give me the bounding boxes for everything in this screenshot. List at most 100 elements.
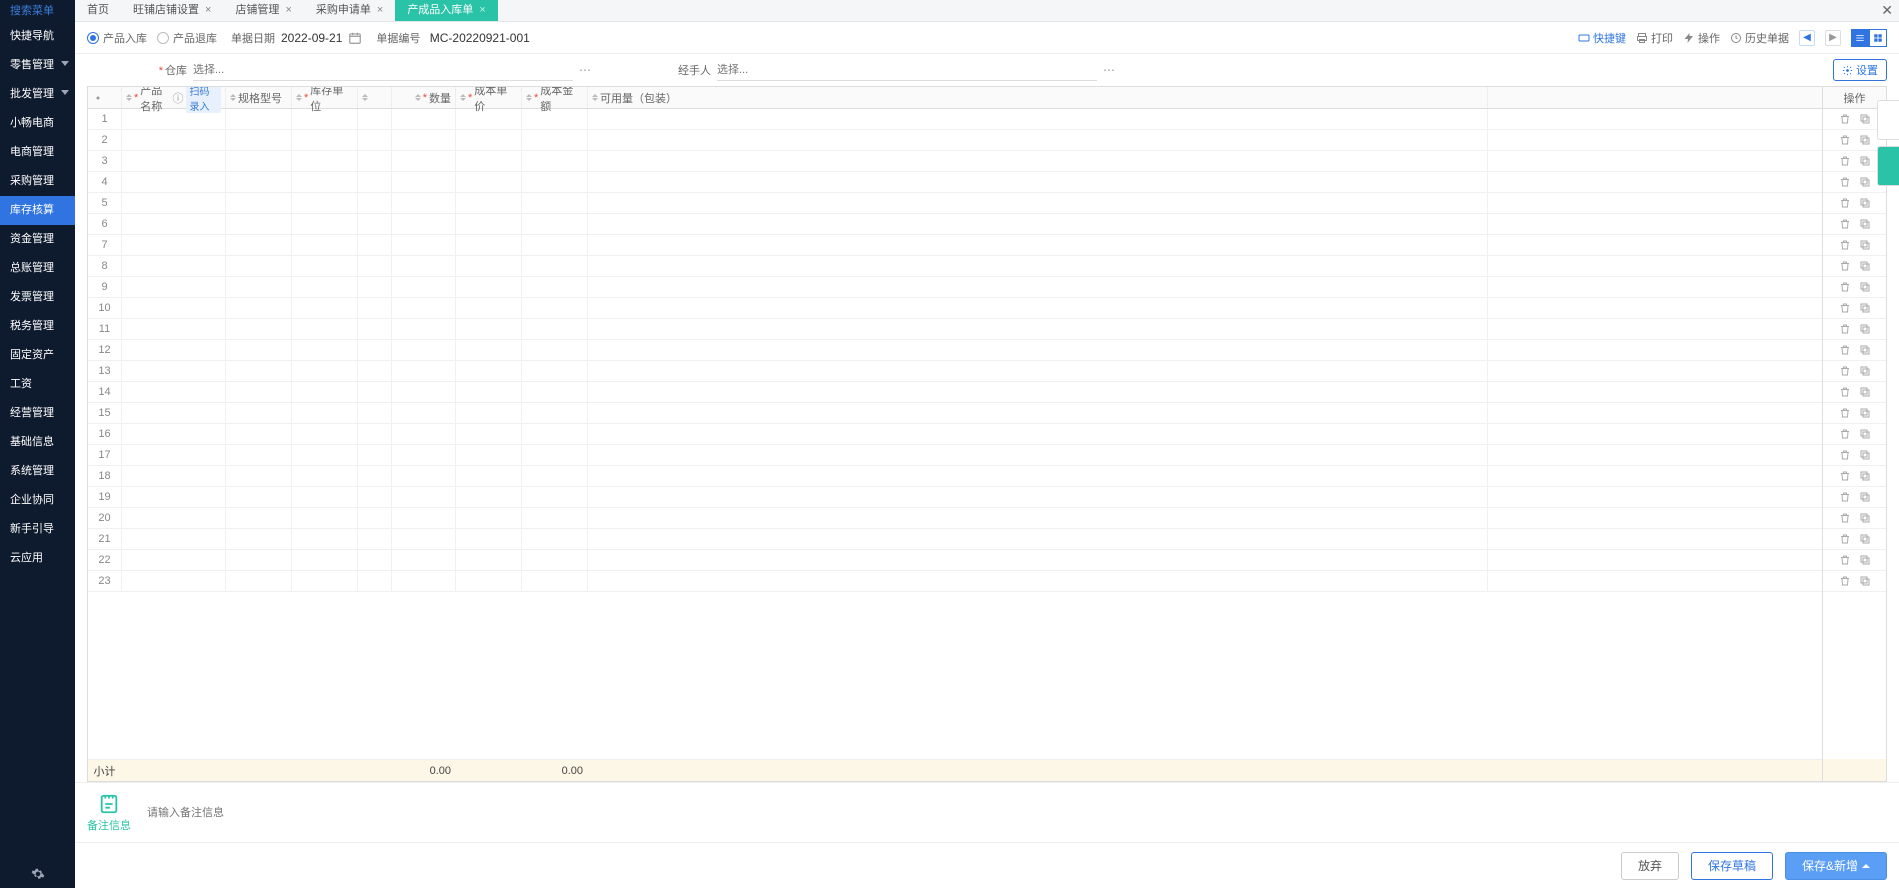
handler-more[interactable]: ⋯ [1103, 63, 1115, 77]
next-doc[interactable]: ▶ [1825, 30, 1841, 46]
sidebar-item-11[interactable]: 固定资产 [0, 341, 75, 370]
delete-icon[interactable] [1839, 533, 1851, 545]
copy-icon[interactable] [1859, 470, 1871, 482]
handler-input[interactable] [717, 59, 1097, 81]
table-row[interactable]: 11 [88, 319, 1822, 340]
delete-icon[interactable] [1839, 575, 1851, 587]
table-row[interactable]: 12 [88, 340, 1822, 361]
sidebar-item-3[interactable]: 小畅电商 [0, 109, 75, 138]
col-header-amount[interactable]: *成本金额 [522, 87, 588, 108]
column-settings-button[interactable]: 设置 [1833, 59, 1887, 81]
table-row[interactable]: 9 [88, 277, 1822, 298]
col-header-price[interactable]: *成本单价 [456, 87, 522, 108]
warehouse-more[interactable]: ⋯ [579, 63, 591, 77]
copy-icon[interactable] [1859, 218, 1871, 230]
close-all-tabs[interactable]: ✕ [1881, 2, 1893, 19]
table-row[interactable]: 6 [88, 214, 1822, 235]
col-header-avail[interactable]: 可用量（包装） [588, 87, 1488, 108]
delete-icon[interactable] [1839, 470, 1851, 482]
tab-0[interactable]: 首页 [75, 0, 121, 21]
copy-icon[interactable] [1859, 113, 1871, 125]
table-row[interactable]: 19 [88, 487, 1822, 508]
delete-icon[interactable] [1839, 491, 1851, 503]
table-row[interactable]: 23 [88, 571, 1822, 592]
sidebar-item-9[interactable]: 发票管理 [0, 283, 75, 312]
delete-icon[interactable] [1839, 449, 1851, 461]
warehouse-input[interactable] [193, 59, 573, 81]
delete-icon[interactable] [1839, 260, 1851, 272]
delete-icon[interactable] [1839, 197, 1851, 209]
close-icon[interactable]: × [205, 0, 211, 21]
copy-icon[interactable] [1859, 260, 1871, 272]
discard-button[interactable]: 放弃 [1621, 852, 1679, 880]
sidebar-item-7[interactable]: 资金管理 [0, 225, 75, 254]
sidebar-item-12[interactable]: 工资 [0, 370, 75, 399]
tab-3[interactable]: 采购申请单× [304, 0, 395, 21]
delete-icon[interactable] [1839, 386, 1851, 398]
prev-doc[interactable]: ◀ [1799, 30, 1815, 46]
col-header-qty[interactable]: *数量 [392, 87, 456, 108]
delete-icon[interactable] [1839, 407, 1851, 419]
table-row[interactable]: 10 [88, 298, 1822, 319]
delete-icon[interactable] [1839, 554, 1851, 566]
sidebar-settings[interactable] [0, 860, 75, 888]
history-button[interactable]: 历史单据 [1730, 30, 1789, 46]
sidebar-item-10[interactable]: 税务管理 [0, 312, 75, 341]
table-row[interactable]: 8 [88, 256, 1822, 277]
view-card[interactable] [1869, 29, 1887, 47]
sidebar-item-2[interactable]: 批发管理 [0, 80, 75, 109]
view-list[interactable] [1851, 29, 1869, 47]
sidebar-item-0[interactable]: 快捷导航 [0, 22, 75, 51]
col-header-seq[interactable] [358, 87, 392, 108]
sidebar-item-18[interactable]: 云应用 [0, 544, 75, 573]
copy-icon[interactable] [1859, 155, 1871, 167]
print-button[interactable]: 打印 [1636, 30, 1673, 46]
table-row[interactable]: 7 [88, 235, 1822, 256]
delete-icon[interactable] [1839, 218, 1851, 230]
copy-icon[interactable] [1859, 386, 1871, 398]
gear-icon[interactable] [92, 92, 104, 104]
delete-icon[interactable] [1839, 134, 1851, 146]
copy-icon[interactable] [1859, 533, 1871, 545]
table-row[interactable]: 3 [88, 151, 1822, 172]
operate-button[interactable]: 操作 [1683, 30, 1720, 46]
delete-icon[interactable] [1839, 302, 1851, 314]
table-row[interactable]: 16 [88, 424, 1822, 445]
copy-icon[interactable] [1859, 281, 1871, 293]
copy-icon[interactable] [1859, 134, 1871, 146]
copy-icon[interactable] [1859, 407, 1871, 419]
sidebar-item-17[interactable]: 新手引导 [0, 515, 75, 544]
delete-icon[interactable] [1839, 428, 1851, 440]
sidebar-item-14[interactable]: 基础信息 [0, 428, 75, 457]
col-header-unit[interactable]: *库存单位 [292, 87, 358, 108]
close-icon[interactable]: × [285, 0, 291, 21]
sidebar-item-5[interactable]: 采购管理 [0, 167, 75, 196]
col-header-spec[interactable]: 规格型号 [226, 87, 292, 108]
table-row[interactable]: 5 [88, 193, 1822, 214]
radio-product-out[interactable]: 产品退库 [157, 30, 217, 46]
table-row[interactable]: 21 [88, 529, 1822, 550]
copy-icon[interactable] [1859, 554, 1871, 566]
sidebar-item-6[interactable]: 库存核算 [0, 196, 75, 225]
copy-icon[interactable] [1859, 491, 1871, 503]
calendar-icon[interactable] [348, 31, 362, 45]
copy-icon[interactable] [1859, 344, 1871, 356]
delete-icon[interactable] [1839, 176, 1851, 188]
tab-2[interactable]: 店铺管理× [223, 0, 303, 21]
delete-icon[interactable] [1839, 344, 1851, 356]
copy-icon[interactable] [1859, 176, 1871, 188]
copy-icon[interactable] [1859, 449, 1871, 461]
sidebar-item-15[interactable]: 系统管理 [0, 457, 75, 486]
copy-icon[interactable] [1859, 428, 1871, 440]
tab-1[interactable]: 旺铺店铺设置× [121, 0, 223, 21]
copy-icon[interactable] [1859, 575, 1871, 587]
sidebar-item-4[interactable]: 电商管理 [0, 138, 75, 167]
sidebar-search[interactable]: 搜索菜单 [0, 0, 75, 22]
table-row[interactable]: 18 [88, 466, 1822, 487]
hotkey-link[interactable]: 快捷键 [1578, 30, 1626, 46]
table-row[interactable]: 20 [88, 508, 1822, 529]
right-dock-tab-2[interactable] [1877, 146, 1899, 186]
sidebar-item-1[interactable]: 零售管理 [0, 51, 75, 80]
save-and-new-button[interactable]: 保存&新增 [1785, 852, 1887, 880]
save-draft-button[interactable]: 保存草稿 [1691, 852, 1773, 880]
